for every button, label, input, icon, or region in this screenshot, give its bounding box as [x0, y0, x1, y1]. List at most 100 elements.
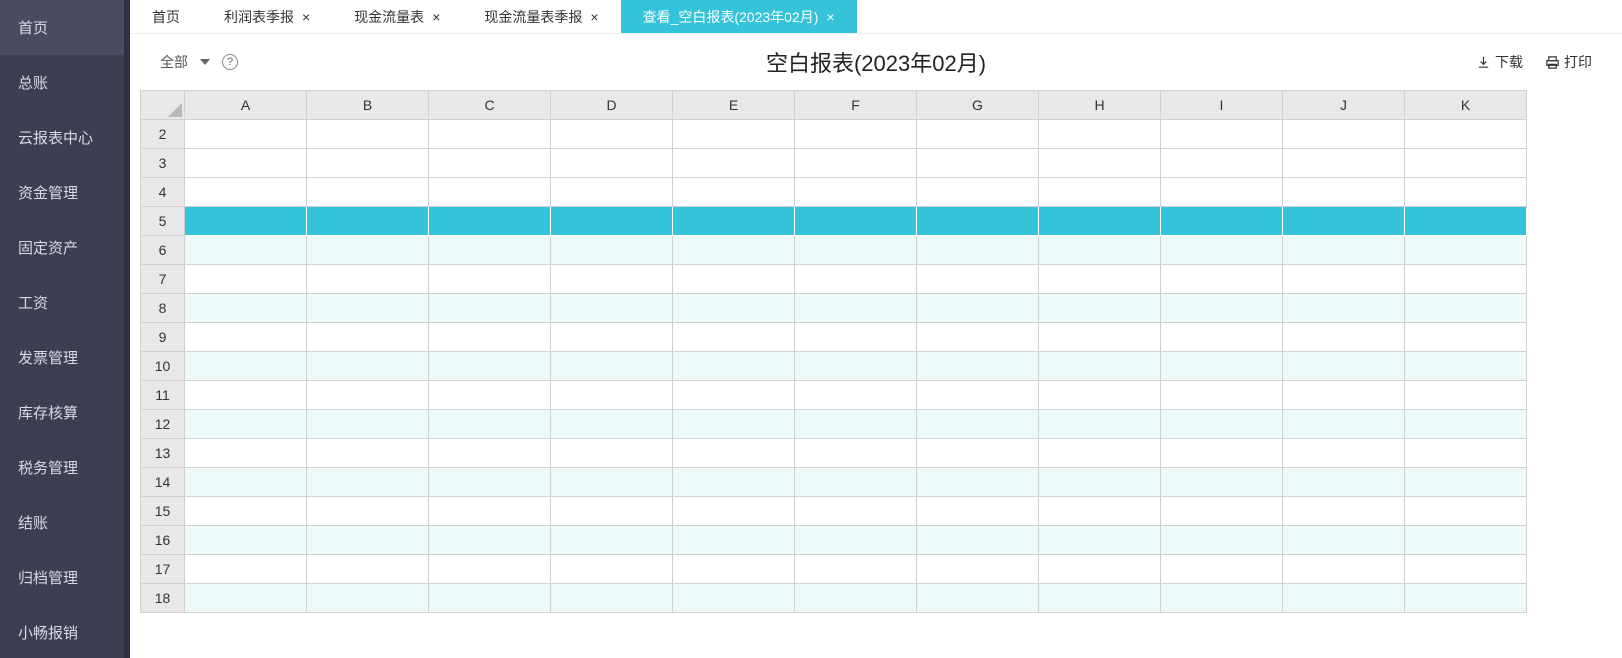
- cell[interactable]: [795, 468, 917, 497]
- cell[interactable]: [1161, 439, 1283, 468]
- cell[interactable]: [795, 497, 917, 526]
- cell[interactable]: [185, 439, 307, 468]
- cell[interactable]: [1283, 468, 1405, 497]
- cell[interactable]: [673, 381, 795, 410]
- row-header[interactable]: 4: [141, 178, 185, 207]
- column-header[interactable]: A: [185, 91, 307, 120]
- cell[interactable]: [917, 555, 1039, 584]
- sidebar-item-close-accounts[interactable]: 结账: [0, 495, 130, 550]
- cell[interactable]: [307, 439, 429, 468]
- cell[interactable]: [673, 265, 795, 294]
- row-header[interactable]: 13: [141, 439, 185, 468]
- cell[interactable]: [795, 236, 917, 265]
- sidebar-item-cloud-report[interactable]: 云报表中心: [0, 110, 130, 165]
- cell[interactable]: [429, 178, 551, 207]
- sidebar-item-tax[interactable]: 税务管理: [0, 440, 130, 495]
- cell[interactable]: [1405, 439, 1527, 468]
- cell[interactable]: [307, 236, 429, 265]
- cell[interactable]: [673, 352, 795, 381]
- cell[interactable]: [795, 149, 917, 178]
- cell[interactable]: [1405, 236, 1527, 265]
- cell[interactable]: [917, 323, 1039, 352]
- cell[interactable]: [1039, 352, 1161, 381]
- cell[interactable]: [1283, 410, 1405, 439]
- cell[interactable]: [795, 555, 917, 584]
- cell[interactable]: [185, 120, 307, 149]
- help-icon[interactable]: ?: [222, 54, 238, 70]
- cell[interactable]: [551, 236, 673, 265]
- cell[interactable]: [307, 526, 429, 555]
- row-header[interactable]: 10: [141, 352, 185, 381]
- cell[interactable]: [307, 410, 429, 439]
- cell[interactable]: [917, 584, 1039, 613]
- close-icon[interactable]: ×: [302, 10, 310, 24]
- cell[interactable]: [185, 294, 307, 323]
- cell[interactable]: [795, 207, 917, 236]
- cell[interactable]: [917, 149, 1039, 178]
- cell[interactable]: [1161, 323, 1283, 352]
- sidebar-item-fixed-assets[interactable]: 固定资产: [0, 220, 130, 275]
- corner-cell[interactable]: [141, 91, 185, 120]
- cell[interactable]: [673, 236, 795, 265]
- cell[interactable]: [1161, 381, 1283, 410]
- cell[interactable]: [1405, 555, 1527, 584]
- cell[interactable]: [917, 352, 1039, 381]
- cell[interactable]: [1039, 236, 1161, 265]
- cell[interactable]: [1161, 468, 1283, 497]
- cell[interactable]: [1405, 352, 1527, 381]
- cell[interactable]: [1161, 410, 1283, 439]
- cell[interactable]: [551, 265, 673, 294]
- filter-dropdown[interactable]: 全部 ?: [160, 52, 238, 72]
- tab-cashflow-quarterly[interactable]: 现金流量表季报 ×: [462, 0, 620, 33]
- cell[interactable]: [673, 294, 795, 323]
- cell[interactable]: [917, 236, 1039, 265]
- cell[interactable]: [185, 410, 307, 439]
- column-header[interactable]: G: [917, 91, 1039, 120]
- cell[interactable]: [795, 584, 917, 613]
- cell[interactable]: [673, 526, 795, 555]
- cell[interactable]: [1283, 584, 1405, 613]
- cell[interactable]: [185, 468, 307, 497]
- cell[interactable]: [551, 584, 673, 613]
- cell[interactable]: [1405, 526, 1527, 555]
- cell[interactable]: [429, 439, 551, 468]
- sidebar-item-expense[interactable]: 小畅报销: [0, 605, 130, 658]
- cell[interactable]: [429, 410, 551, 439]
- row-header[interactable]: 16: [141, 526, 185, 555]
- column-header[interactable]: F: [795, 91, 917, 120]
- cell[interactable]: [551, 439, 673, 468]
- print-button[interactable]: 打印: [1545, 52, 1592, 72]
- cell[interactable]: [429, 555, 551, 584]
- cell[interactable]: [1039, 468, 1161, 497]
- cell[interactable]: [1405, 468, 1527, 497]
- row-header[interactable]: 9: [141, 323, 185, 352]
- column-header[interactable]: E: [673, 91, 795, 120]
- cell[interactable]: [551, 526, 673, 555]
- cell[interactable]: [185, 555, 307, 584]
- cell[interactable]: [1161, 120, 1283, 149]
- row-header[interactable]: 17: [141, 555, 185, 584]
- cell[interactable]: [1039, 265, 1161, 294]
- sidebar-item-capital[interactable]: 资金管理: [0, 165, 130, 220]
- cell[interactable]: [795, 120, 917, 149]
- cell[interactable]: [1161, 149, 1283, 178]
- cell[interactable]: [307, 497, 429, 526]
- cell[interactable]: [429, 526, 551, 555]
- download-button[interactable]: 下载: [1476, 52, 1523, 72]
- row-header[interactable]: 3: [141, 149, 185, 178]
- cell[interactable]: [917, 439, 1039, 468]
- cell[interactable]: [795, 323, 917, 352]
- cell[interactable]: [429, 149, 551, 178]
- cell[interactable]: [795, 410, 917, 439]
- cell[interactable]: [551, 149, 673, 178]
- cell[interactable]: [795, 526, 917, 555]
- sidebar-item-archive[interactable]: 归档管理: [0, 550, 130, 605]
- cell[interactable]: [1161, 584, 1283, 613]
- cell[interactable]: [1405, 265, 1527, 294]
- cell[interactable]: [551, 381, 673, 410]
- cell[interactable]: [795, 294, 917, 323]
- cell[interactable]: [917, 497, 1039, 526]
- cell[interactable]: [307, 323, 429, 352]
- cell[interactable]: [429, 468, 551, 497]
- row-header[interactable]: 11: [141, 381, 185, 410]
